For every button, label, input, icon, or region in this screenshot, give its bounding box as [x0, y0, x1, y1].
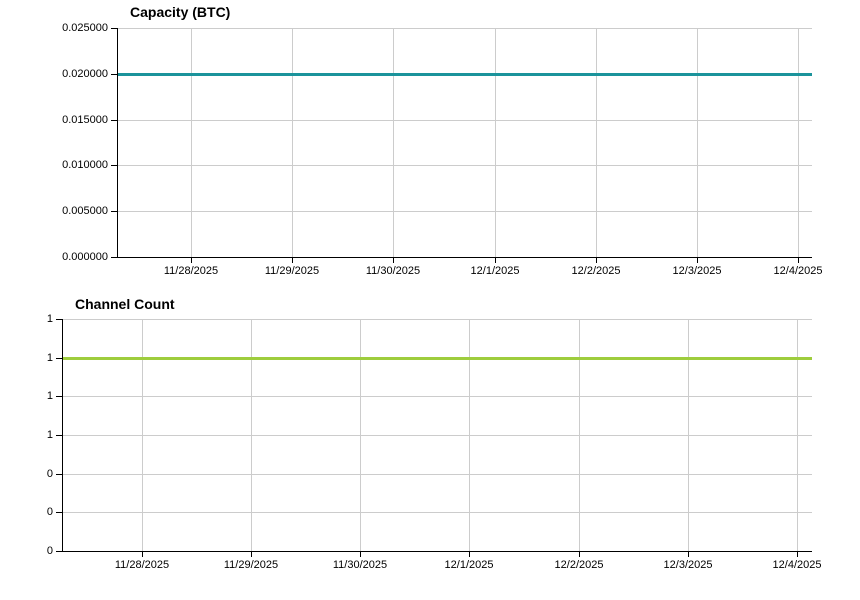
- x-tick-label: 12/1/2025: [444, 559, 494, 571]
- gridline-vertical: [697, 28, 698, 257]
- gridline-vertical: [596, 28, 597, 257]
- y-tick-label: 0: [46, 468, 53, 480]
- y-tick-label: 1: [46, 313, 53, 325]
- x-tick-label: 11/30/2025: [365, 265, 421, 277]
- gridline-horizontal: [62, 512, 812, 513]
- x-tick-label: 12/4/2025: [773, 265, 823, 277]
- x-tick-label: 12/1/2025: [470, 265, 520, 277]
- series-line-capacity-btc-: [117, 73, 812, 76]
- x-tick-label: 12/4/2025: [772, 559, 822, 571]
- gridline-vertical: [579, 319, 580, 551]
- x-tick-label: 12/2/2025: [571, 265, 621, 277]
- gridline-vertical: [393, 28, 394, 257]
- series-line-channel-count: [62, 357, 812, 360]
- x-tick-label: 11/29/2025: [264, 265, 320, 277]
- channel-count-plot-area: 1 1 1 1 0 0 0 11/28/2025 11/29/2025 11/30/2025 12/…: [47, 313, 822, 571]
- gridline-horizontal: [62, 319, 812, 320]
- gridline-vertical: [798, 28, 799, 257]
- x-tick-label: 12/3/2025: [663, 559, 713, 571]
- x-tick-label: 12/2/2025: [554, 559, 604, 571]
- y-tick-label: 0: [46, 506, 53, 518]
- y-axis-line: [117, 28, 118, 258]
- y-tick-label: 1: [46, 390, 53, 402]
- y-tick-label: 0.010000: [62, 159, 108, 171]
- x-tick-label: 12/3/2025: [672, 265, 722, 277]
- gridline-vertical: [360, 319, 361, 551]
- gridline-vertical: [495, 28, 496, 257]
- x-tick-label: 11/28/2025: [114, 559, 170, 571]
- x-axis-line: [62, 551, 812, 552]
- gridline-vertical: [142, 319, 143, 551]
- y-tick-label: 0.005000: [62, 205, 108, 217]
- y-tick-label: 0.000000: [62, 251, 108, 263]
- gridline-horizontal: [117, 165, 812, 166]
- gridline-horizontal: [117, 120, 812, 121]
- y-tick-label: 0.015000: [62, 114, 108, 126]
- x-tick-label: 11/30/2025: [332, 559, 388, 571]
- gridline-vertical: [688, 319, 689, 551]
- gridline-vertical: [191, 28, 192, 257]
- gridline-horizontal: [117, 28, 812, 29]
- gridline-vertical: [797, 319, 798, 551]
- y-axis-line: [62, 319, 63, 552]
- x-tick-label: 11/29/2025: [223, 559, 279, 571]
- capacity-chart-title: Capacity (BTC): [130, 4, 231, 20]
- y-tick-label: 0: [46, 545, 53, 557]
- x-tick-label: 11/28/2025: [163, 265, 219, 277]
- y-tick-label: 0.025000: [62, 22, 108, 34]
- gridline-horizontal: [62, 396, 812, 397]
- gridline-vertical: [292, 28, 293, 257]
- y-tick-label: 0.020000: [62, 68, 108, 80]
- gridline-vertical: [469, 319, 470, 551]
- gridline-horizontal: [62, 435, 812, 436]
- lightning-node-stats-dashboard: Capacity (BTC) 0.025000 0.020000 0.015000 0…: [0, 0, 860, 600]
- x-axis-line: [117, 257, 812, 258]
- capacity-plot-area: 0.025000 0.020000 0.015000 0.010000 0.005000…: [62, 22, 822, 277]
- y-tick-label: 1: [46, 352, 53, 364]
- channel-count-chart-title: Channel Count: [75, 296, 175, 312]
- y-tick-label: 1: [46, 429, 53, 441]
- gridline-horizontal: [117, 211, 812, 212]
- gridline-horizontal: [62, 474, 812, 475]
- gridline-vertical: [251, 319, 252, 551]
